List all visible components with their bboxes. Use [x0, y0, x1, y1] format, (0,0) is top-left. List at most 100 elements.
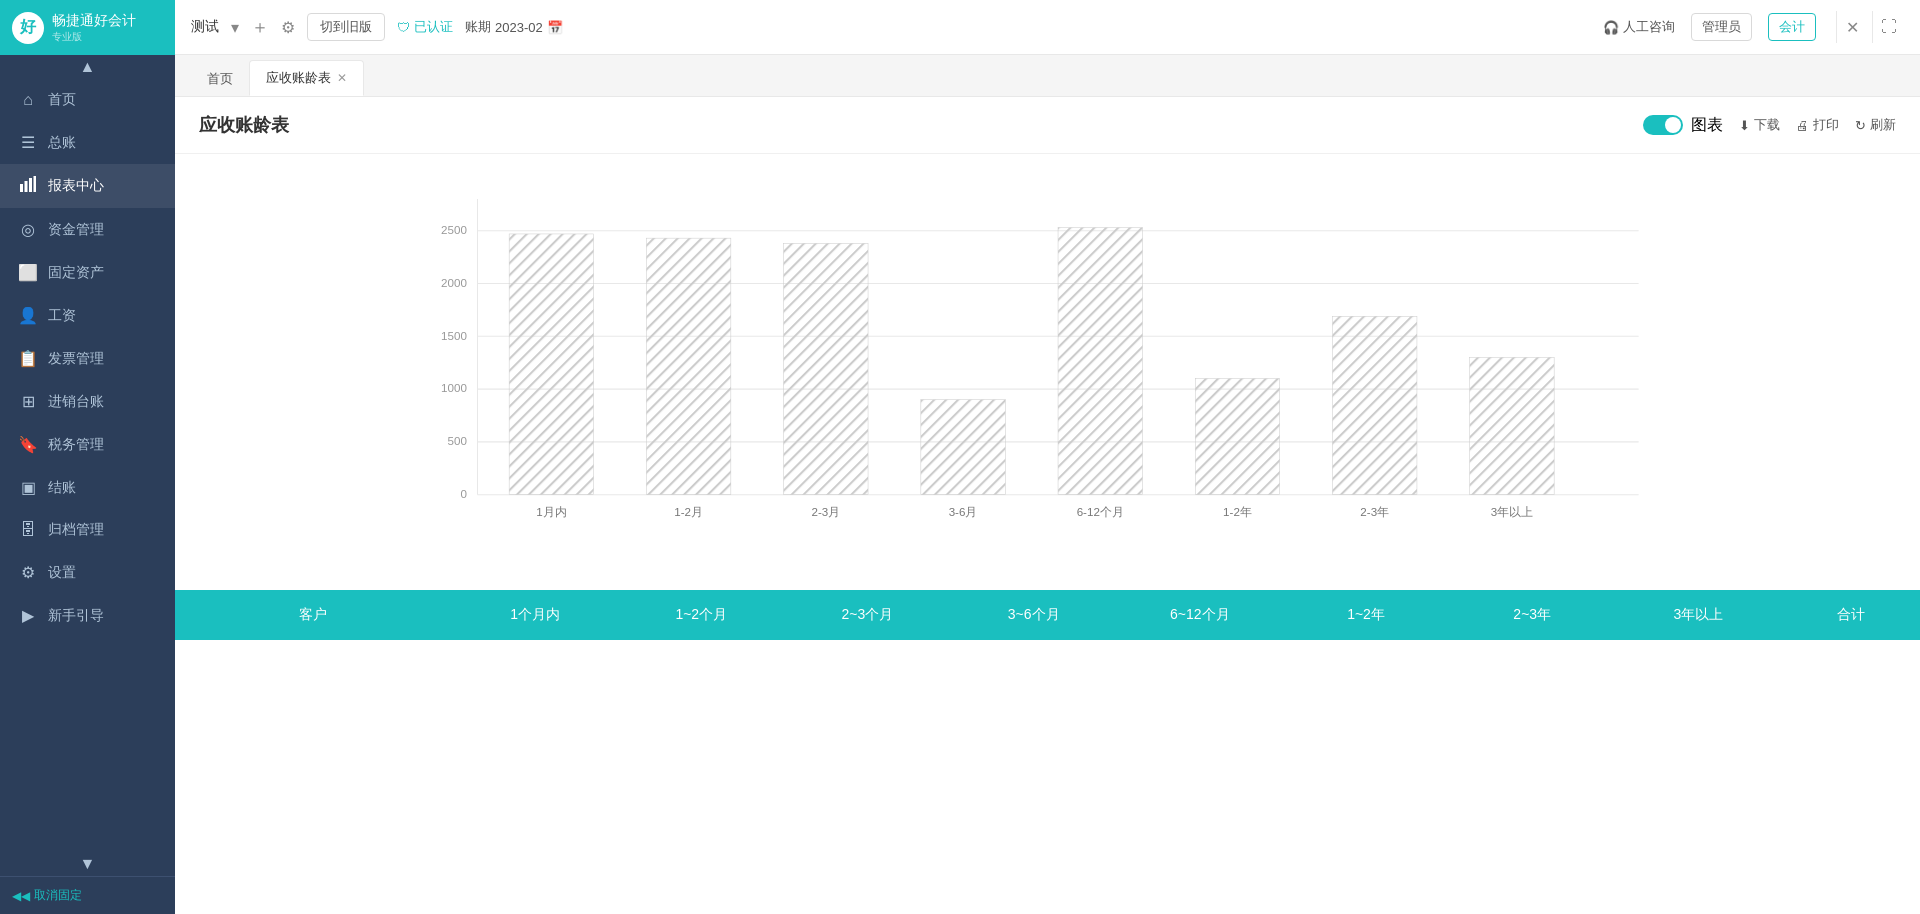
svg-rect-0: [20, 184, 23, 192]
page-container: 应收账龄表 图表 ⬇ 下载 🖨 打印 ↻: [175, 97, 1920, 914]
tab-close-icon[interactable]: ✕: [337, 71, 347, 85]
sidebar-item-invoice[interactable]: 📋 发票管理: [0, 337, 175, 380]
svg-rect-32: [1470, 357, 1554, 494]
svg-text:3年以上: 3年以上: [1491, 505, 1533, 518]
th-total: 合计: [1782, 590, 1921, 640]
sidebar-item-label: 资金管理: [48, 221, 104, 239]
sidebar-item-trade[interactable]: ⊞ 进销台账: [0, 380, 175, 423]
sidebar-item-home[interactable]: ⌂ 首页: [0, 79, 175, 121]
svg-rect-30: [1333, 316, 1417, 494]
period-display: 账期 2023-02 📅: [465, 18, 563, 36]
sidebar-item-close[interactable]: ▣ 结账: [0, 466, 175, 509]
sidebar-item-settings[interactable]: ⚙ 设置: [0, 551, 175, 594]
sidebar-item-assets[interactable]: ⬜ 固定资产: [0, 251, 175, 294]
svg-text:1500: 1500: [441, 329, 467, 342]
chart-toggle: 图表: [1643, 115, 1723, 136]
certified-badge: 🛡 已认证: [397, 18, 453, 36]
svg-rect-3: [34, 176, 37, 192]
sidebar-item-payroll[interactable]: 👤 工资: [0, 294, 175, 337]
th-3-6month: 3~6个月: [951, 590, 1117, 640]
sidebar-item-label: 归档管理: [48, 521, 104, 539]
download-icon: ⬇: [1739, 118, 1750, 133]
refresh-btn[interactable]: ↻ 刷新: [1855, 116, 1896, 134]
sidebar-item-label: 进销台账: [48, 393, 104, 411]
content-area: 应收账龄表 图表 ⬇ 下载 🖨 打印 ↻: [175, 97, 1920, 914]
calendar-icon[interactable]: 📅: [547, 20, 563, 35]
workspace-settings-icon[interactable]: ⚙: [281, 18, 295, 37]
svg-text:2-3月: 2-3月: [811, 505, 840, 518]
logo-icon: 好: [12, 12, 44, 44]
app-edition: 专业版: [52, 30, 136, 44]
svg-rect-20: [646, 238, 730, 495]
svg-text:1-2月: 1-2月: [674, 505, 703, 518]
chart-toggle-switch[interactable]: [1643, 115, 1683, 135]
svg-text:1-2年: 1-2年: [1223, 505, 1252, 518]
tab-aging[interactable]: 应收账龄表 ✕: [249, 60, 364, 96]
svg-text:500: 500: [448, 434, 467, 447]
th-6-12month: 6~12个月: [1117, 590, 1283, 640]
sidebar-item-label: 发票管理: [48, 350, 104, 368]
data-table: 客户 1个月内 1~2个月 2~3个月 3~6个月 6~12个月 1~2年 2~…: [175, 590, 1920, 640]
switch-old-version-btn[interactable]: 切到旧版: [307, 13, 385, 41]
cancel-fixed-btn[interactable]: ◀◀ 取消固定: [0, 876, 175, 914]
svg-rect-28: [1195, 379, 1279, 495]
svg-rect-1: [25, 181, 28, 192]
accountant-btn[interactable]: 会计: [1768, 13, 1816, 41]
th-1-2year: 1~2年: [1283, 590, 1449, 640]
svg-rect-22: [784, 243, 868, 494]
workspace-dropdown-icon[interactable]: ▾: [231, 18, 239, 37]
tabs-bar: 首页 应收账龄表 ✕: [175, 55, 1920, 97]
pin-icon: ◀◀: [12, 889, 30, 903]
trade-icon: ⊞: [18, 392, 38, 411]
topbar: 测试 ▾ ＋ ⚙ 切到旧版 🛡 已认证 账期 2023-02 📅 🎧 人工咨询 …: [175, 0, 1920, 55]
th-customer: 客户: [175, 590, 452, 640]
support-btn[interactable]: 🎧 人工咨询: [1603, 18, 1675, 36]
sidebar-item-guide[interactable]: ▶ 新手引导: [0, 594, 175, 637]
report-icon: [18, 176, 38, 196]
tab-home[interactable]: 首页: [191, 62, 249, 96]
th-1-2month: 1~2个月: [618, 590, 784, 640]
maximize-window-btn[interactable]: ⛶: [1872, 11, 1904, 43]
th-1month: 1个月内: [452, 590, 618, 640]
sidebar-item-tax[interactable]: 🔖 税务管理: [0, 423, 175, 466]
sidebar-item-archive[interactable]: 🗄 归档管理: [0, 509, 175, 551]
bar-chart-wrapper: 0 500 1000 1500 2000 2500: [199, 178, 1896, 558]
sidebar-item-funds[interactable]: ◎ 资金管理: [0, 208, 175, 251]
window-controls: ✕ ⛶: [1836, 11, 1904, 43]
sidebar-item-ledger[interactable]: ☰ 总账: [0, 121, 175, 164]
svg-text:3-6月: 3-6月: [949, 505, 978, 518]
svg-rect-24: [921, 400, 1005, 495]
sidebar-scroll-down[interactable]: ▼: [0, 852, 175, 876]
svg-text:2-3年: 2-3年: [1360, 505, 1389, 518]
close-accounts-icon: ▣: [18, 478, 38, 497]
headset-icon: 🎧: [1603, 20, 1619, 35]
sidebar-item-label: 税务管理: [48, 436, 104, 454]
sidebar-logo: 好 畅捷通好会计 专业版: [0, 0, 175, 55]
print-btn[interactable]: 🖨 打印: [1796, 116, 1839, 134]
admin-btn[interactable]: 管理员: [1691, 13, 1752, 41]
svg-text:1000: 1000: [441, 381, 467, 394]
page-actions: 图表 ⬇ 下载 🖨 打印 ↻ 刷新: [1643, 115, 1896, 136]
download-btn[interactable]: ⬇ 下载: [1739, 116, 1780, 134]
sidebar-scroll-up[interactable]: ▲: [0, 55, 175, 79]
main-area: 测试 ▾ ＋ ⚙ 切到旧版 🛡 已认证 账期 2023-02 📅 🎧 人工咨询 …: [175, 0, 1920, 914]
sidebar-item-report[interactable]: 报表中心: [0, 164, 175, 208]
chart-area: 0 500 1000 1500 2000 2500: [175, 154, 1920, 574]
sidebar-item-label: 总账: [48, 134, 76, 152]
assets-icon: ⬜: [18, 263, 38, 282]
workspace-title: 测试: [191, 18, 219, 36]
page-header: 应收账龄表 图表 ⬇ 下载 🖨 打印 ↻: [175, 97, 1920, 154]
chart-toggle-label: 图表: [1691, 115, 1723, 136]
add-workspace-btn[interactable]: ＋: [251, 15, 269, 39]
shield-icon: 🛡: [397, 20, 410, 35]
svg-rect-26: [1058, 228, 1142, 495]
app-name: 畅捷通好会计: [52, 11, 136, 29]
page-title: 应收账龄表: [199, 113, 289, 137]
close-window-btn[interactable]: ✕: [1836, 11, 1868, 43]
ledger-icon: ☰: [18, 133, 38, 152]
svg-text:2500: 2500: [441, 223, 467, 236]
sidebar-item-label: 结账: [48, 479, 76, 497]
sidebar-item-label: 设置: [48, 564, 76, 582]
sidebar-item-label: 首页: [48, 91, 76, 109]
svg-text:6-12个月: 6-12个月: [1077, 505, 1124, 518]
